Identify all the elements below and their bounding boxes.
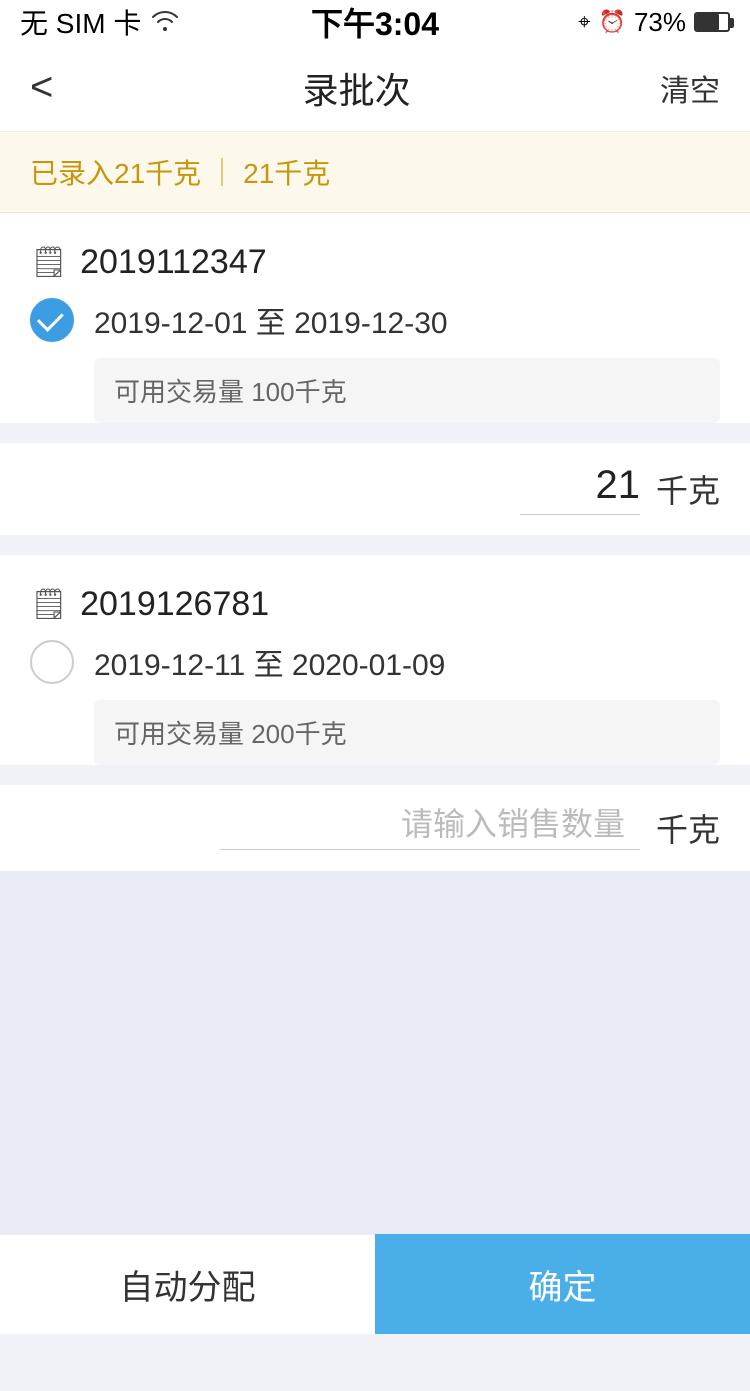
auto-assign-button[interactable]: 自动分配 (0, 1234, 375, 1334)
batch-1-quantity-row: 21 千克 (0, 443, 750, 535)
carrier-text: 无 SIM 卡 (20, 2, 141, 42)
confirm-button[interactable]: 确定 (375, 1234, 750, 1334)
recorded-amount: 已录入21千克 (30, 152, 201, 192)
batch-1-date: 2019-12-01 至 2019-12-30 (94, 298, 448, 342)
status-time: 下午3:04 (311, 0, 439, 45)
batch-1-header: 🗒 2019112347 (30, 243, 720, 282)
batch-2-date: 2019-12-11 至 2020-01-09 (94, 640, 445, 684)
status-right: ⌖ ⏰ 73% (578, 7, 730, 38)
bottom-bar: 自动分配 确定 (0, 1234, 750, 1334)
info-banner: 已录入21千克 21千克 (0, 132, 750, 213)
batch-icon-2: 🗒 (30, 587, 68, 622)
battery-text: 73% (634, 7, 686, 38)
batch-1-available: 可用交易量 100千克 (114, 377, 347, 407)
total-amount: 21千克 (243, 152, 330, 192)
batch-1-quantity-underline: 21 (520, 463, 640, 515)
batch-2-input-row[interactable]: 千克 (0, 785, 750, 871)
batch-item-1: 🗒 2019112347 2019-12-01 至 2019-12-30 可用交… (0, 213, 750, 423)
batch-2-date-row[interactable]: 2019-12-11 至 2020-01-09 (30, 640, 720, 684)
batch-1-date-row[interactable]: 2019-12-01 至 2019-12-30 (30, 298, 720, 342)
batch-1-unit: 千克 (656, 466, 720, 512)
page-title: 录批次 (303, 62, 411, 114)
batch-2-radio[interactable] (30, 640, 74, 684)
batch-2-header: 🗒 2019126781 (30, 585, 720, 624)
back-button[interactable]: < (30, 65, 53, 110)
batch-2-id: 2019126781 (80, 585, 269, 624)
section-divider (0, 535, 750, 555)
batch-icon-1: 🗒 (30, 245, 68, 280)
wifi-icon (151, 6, 179, 38)
batch-2-available-box: 可用交易量 200千克 (94, 700, 720, 765)
batch-1-quantity-value: 21 (595, 463, 640, 507)
batch-2-unit: 千克 (656, 805, 720, 851)
clear-button[interactable]: 清空 (660, 66, 720, 110)
batch-2-available: 可用交易量 200千克 (114, 719, 347, 749)
batch-1-id: 2019112347 (80, 243, 267, 282)
nav-bar: < 录批次 清空 (0, 44, 750, 132)
location-icon: ⌖ (578, 9, 590, 35)
status-bar: 无 SIM 卡 下午3:04 ⌖ ⏰ 73% (0, 0, 750, 44)
batch-1-radio[interactable] (30, 298, 74, 342)
battery-icon (694, 12, 730, 32)
batch-item-2: 🗒 2019126781 2019-12-11 至 2020-01-09 可用交… (0, 555, 750, 765)
status-left: 无 SIM 卡 (20, 2, 179, 42)
batch-1-available-box: 可用交易量 100千克 (94, 358, 720, 423)
empty-area (0, 871, 750, 1291)
banner-divider (221, 158, 223, 186)
batch-2-quantity-input[interactable] (220, 806, 640, 850)
alarm-icon: ⏰ (599, 9, 626, 35)
